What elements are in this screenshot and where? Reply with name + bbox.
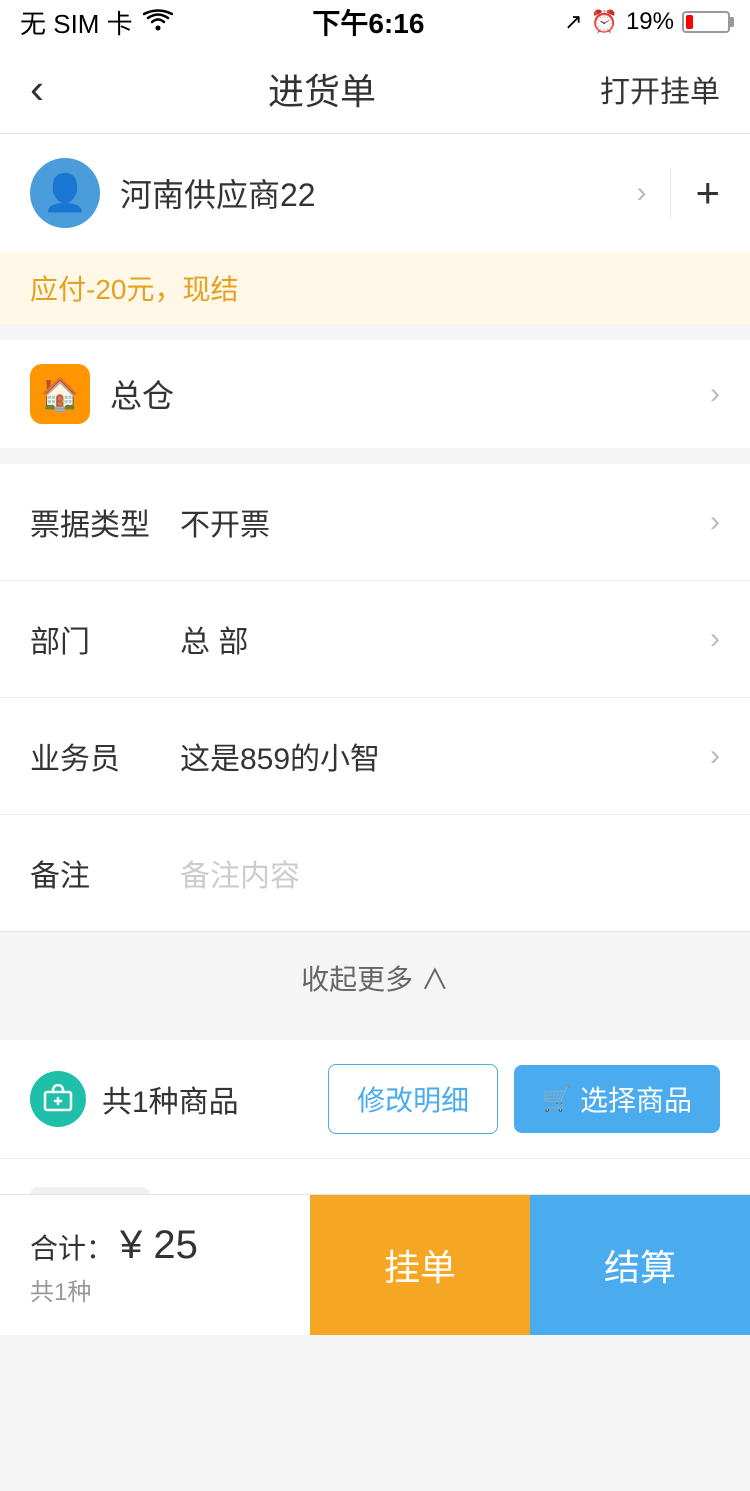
battery-icon [682,11,730,33]
nav-bar: ‹ 进货单 打开挂单 [0,44,750,134]
supplier-chevron-icon: › [636,176,646,210]
status-time: 下午6:16 [312,2,424,42]
notice-bar: 应付-20元，现结 [0,252,750,324]
supplier-card: 👤 河南供应商22 › + 应付-20元，现结 [0,134,750,324]
edit-detail-button[interactable]: 修改明细 [328,1064,498,1134]
hang-button[interactable]: 挂单 [310,1195,530,1335]
collapse-toggle[interactable]: 收起更多 ∧ [0,931,750,1024]
product-count-icon [30,1071,86,1127]
warehouse-chevron-icon: › [710,377,720,411]
form-row-note[interactable]: 备注 备注内容 [0,815,750,931]
product-header: 共1种商品 修改明细 🛒 选择商品 [0,1040,750,1159]
total-amount: ¥ 25 [120,1223,198,1268]
salesperson-chevron-icon: › [710,739,720,773]
note-placeholder: 备注内容 [160,851,720,895]
back-button[interactable]: ‹ [30,65,44,113]
form-row-invoice[interactable]: 票据类型 不开票 › [0,464,750,581]
department-label: 部门 [30,617,160,661]
vertical-divider [670,168,671,218]
product-count-text: 共1种商品 [102,1077,328,1121]
battery-percentage: 19% [626,8,674,36]
alarm-icon: ⏰ [591,9,618,35]
note-label: 备注 [30,851,160,895]
total-sub-text: 共1种 [30,1272,280,1307]
supplier-avatar: 👤 [30,158,100,228]
total-label-row: 合计： ¥ 25 [30,1223,280,1268]
invoice-chevron-icon: › [710,505,720,539]
carrier-text: 无 SIM 卡 [20,4,133,41]
salesperson-label: 业务员 [30,734,160,778]
status-bar: 无 SIM 卡 下午6:16 ↗ ⏰ 19% [0,0,750,44]
supplier-name: 河南供应商22 [120,170,636,216]
warehouse-row[interactable]: 🏠 总仓 › [0,340,750,448]
form-row-department[interactable]: 部门 总 部 › [0,581,750,698]
location-icon: ↗ [564,9,582,35]
form-row-salesperson[interactable]: 业务员 这是859的小智 › [0,698,750,815]
status-indicators: ↗ ⏰ 19% [564,8,730,36]
warehouse-icon-wrap: 🏠 [30,364,90,424]
warehouse-icon: 🏠 [40,375,80,413]
status-carrier: 无 SIM 卡 [20,4,173,41]
add-button[interactable]: + [695,169,720,217]
total-label-text: 合计： [30,1227,114,1267]
invoice-value: 不开票 [160,500,710,544]
total-section: 合计： ¥ 25 共1种 [0,1223,310,1307]
avatar-icon: 👤 [43,172,88,214]
cart-icon: 🛒 [542,1085,572,1114]
invoice-label: 票据类型 [30,500,160,544]
supplier-row[interactable]: 👤 河南供应商22 › + [0,134,750,252]
salesperson-value: 这是859的小智 [160,734,710,778]
department-value: 总 部 [160,617,710,661]
form-card: 票据类型 不开票 › 部门 总 部 › 业务员 这是859的小智 › 备注 备注… [0,464,750,1024]
warehouse-name: 总仓 [110,371,710,417]
department-chevron-icon: › [710,622,720,656]
open-pending-button[interactable]: 打开挂单 [600,67,720,111]
bottom-bar: 合计： ¥ 25 共1种 挂单 结算 [0,1194,750,1334]
warehouse-card: 🏠 总仓 › [0,340,750,448]
checkout-button[interactable]: 结算 [530,1195,750,1335]
wifi-icon [143,7,173,38]
select-product-button[interactable]: 🛒 选择商品 [514,1065,720,1133]
page-title: 进货单 [268,63,376,115]
